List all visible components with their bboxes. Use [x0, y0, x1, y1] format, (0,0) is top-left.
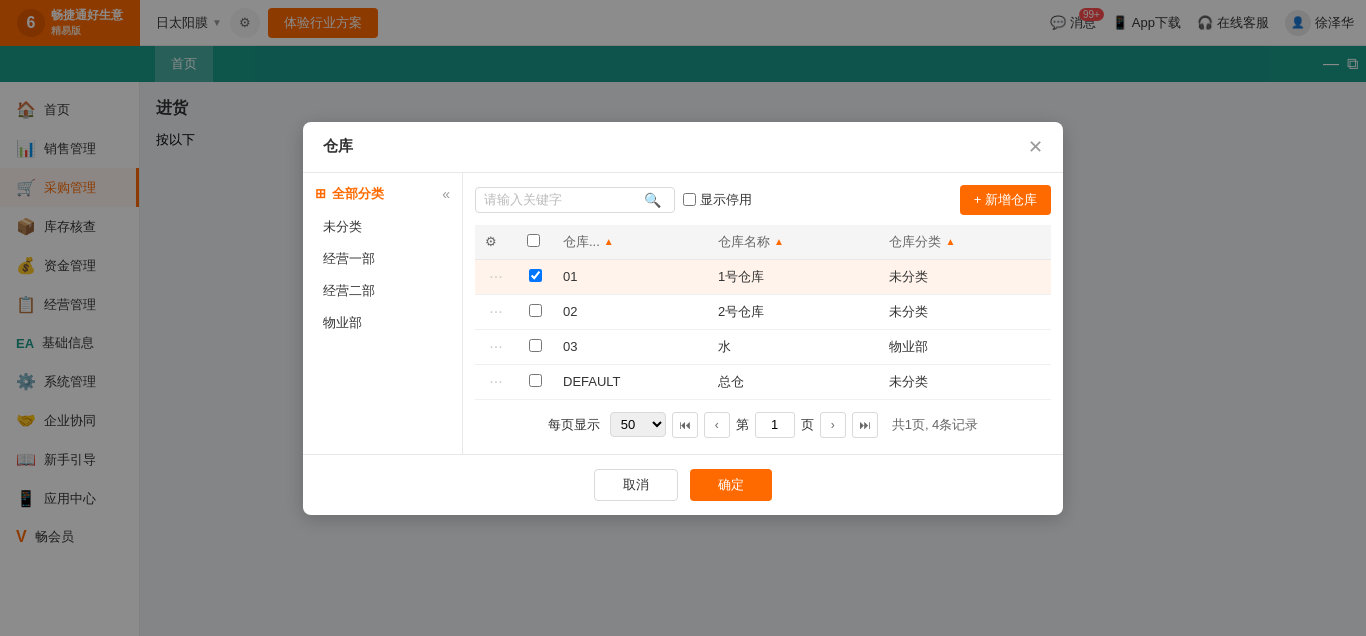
row-code-0: 01	[553, 259, 708, 294]
page-number-input[interactable]	[755, 412, 795, 438]
th-category-label: 仓库分类	[889, 233, 941, 251]
warehouse-content-panel: 🔍 显示停用 + 新增仓库 ⚙	[463, 173, 1063, 454]
th-code: 仓库... ▲	[553, 225, 708, 260]
row-name-2: 水	[708, 329, 880, 364]
modal-body: ⊞ 全部分类 « 未分类 经营一部 经营二部 物业部	[303, 173, 1063, 454]
content-toolbar: 🔍 显示停用 + 新增仓库	[475, 185, 1051, 215]
grid-icon: ⊞	[315, 186, 326, 201]
search-icon: 🔍	[644, 192, 661, 208]
per-page-select[interactable]: 50 100	[610, 412, 666, 437]
row-category-0: 未分类	[879, 259, 1051, 294]
table-header: ⚙ 仓库... ▲	[475, 225, 1051, 260]
per-page-label: 每页显示	[548, 416, 600, 434]
search-input[interactable]	[484, 192, 644, 207]
page-last-button[interactable]: ⏭	[852, 412, 878, 438]
page-unit: 页	[801, 416, 814, 434]
row-options-icon[interactable]: ···	[489, 338, 502, 355]
row-check-3	[517, 364, 553, 399]
th-name: 仓库名称 ▲	[708, 225, 880, 260]
tree-item-uncategorized[interactable]: 未分类	[303, 211, 462, 243]
modal-title: 仓库	[323, 137, 353, 156]
th-name-label: 仓库名称	[718, 233, 770, 251]
tree-item-property[interactable]: 物业部	[303, 307, 462, 339]
warehouse-table: ⚙ 仓库... ▲	[475, 225, 1051, 400]
row-dots-1[interactable]: ···	[475, 294, 517, 329]
row-checkbox-1[interactable]	[529, 304, 542, 317]
row-checkbox-3[interactable]	[529, 374, 542, 387]
add-warehouse-button[interactable]: + 新增仓库	[960, 185, 1051, 215]
row-check-0	[517, 259, 553, 294]
pagination: 每页显示 50 100 ⏮ ‹ 第 页 › ⏭ 共1页, 4条记录	[475, 400, 1051, 442]
row-checkbox-2[interactable]	[529, 339, 542, 352]
row-dots-0[interactable]: ···	[475, 259, 517, 294]
tree-item-dept2[interactable]: 经营二部	[303, 275, 462, 307]
row-check-1	[517, 294, 553, 329]
modal-overlay: 仓库 ✕ ⊞ 全部分类 « 未分类 经营一部	[0, 0, 1366, 636]
page-first-button[interactable]: ⏮	[672, 412, 698, 438]
row-name-3: 总仓	[708, 364, 880, 399]
row-code-2: 03	[553, 329, 708, 364]
row-dots-3[interactable]: ···	[475, 364, 517, 399]
tree-item-dept1[interactable]: 经营一部	[303, 243, 462, 275]
row-category-2: 物业部	[879, 329, 1051, 364]
confirm-button[interactable]: 确定	[690, 469, 772, 501]
row-options-icon[interactable]: ···	[489, 373, 502, 390]
search-field-wrap: 🔍	[475, 187, 675, 213]
page-label: 第	[736, 416, 749, 434]
modal-close-button[interactable]: ✕	[1028, 136, 1043, 158]
sort-icon-code: ▲	[604, 236, 614, 247]
table-body: ··· 01 1号仓库 未分类 ··· 02 2号仓库 未分类 ···	[475, 259, 1051, 399]
table-row[interactable]: ··· 03 水 物业部	[475, 329, 1051, 364]
row-options-icon[interactable]: ···	[489, 268, 502, 285]
row-check-2	[517, 329, 553, 364]
category-tree-panel: ⊞ 全部分类 « 未分类 经营一部 经营二部 物业部	[303, 173, 463, 454]
sort-icon-category: ▲	[945, 236, 955, 247]
page-total-info: 共1页, 4条记录	[892, 416, 979, 434]
show-disabled-checkbox[interactable]	[683, 193, 696, 206]
row-checkbox-0[interactable]	[529, 269, 542, 282]
row-code-1: 02	[553, 294, 708, 329]
sort-icon-name: ▲	[774, 236, 784, 247]
row-category-3: 未分类	[879, 364, 1051, 399]
page-prev-button[interactable]: ‹	[704, 412, 730, 438]
show-disabled-text: 显示停用	[700, 191, 752, 209]
th-check	[517, 225, 553, 260]
page-next-button[interactable]: ›	[820, 412, 846, 438]
row-name-1: 2号仓库	[708, 294, 880, 329]
cancel-button[interactable]: 取消	[594, 469, 678, 501]
select-all-checkbox[interactable]	[527, 234, 540, 247]
modal-header: 仓库 ✕	[303, 122, 1063, 173]
table-row[interactable]: ··· 01 1号仓库 未分类	[475, 259, 1051, 294]
th-category: 仓库分类 ▲	[879, 225, 1051, 260]
row-dots-2[interactable]: ···	[475, 329, 517, 364]
tree-header: ⊞ 全部分类 «	[303, 185, 462, 211]
all-categories-label: 全部分类	[332, 185, 384, 203]
row-category-1: 未分类	[879, 294, 1051, 329]
settings-icon: ⚙	[485, 234, 497, 249]
row-options-icon[interactable]: ···	[489, 303, 502, 320]
collapse-tree-button[interactable]: «	[442, 186, 450, 202]
all-categories-item[interactable]: ⊞ 全部分类	[315, 185, 384, 203]
warehouse-modal: 仓库 ✕ ⊞ 全部分类 « 未分类 经营一部	[303, 122, 1063, 515]
modal-footer: 取消 确定	[303, 454, 1063, 515]
row-code-3: DEFAULT	[553, 364, 708, 399]
table-row[interactable]: ··· DEFAULT 总仓 未分类	[475, 364, 1051, 399]
row-name-0: 1号仓库	[708, 259, 880, 294]
th-code-label: 仓库...	[563, 233, 600, 251]
table-row[interactable]: ··· 02 2号仓库 未分类	[475, 294, 1051, 329]
show-disabled-label: 显示停用	[683, 191, 752, 209]
th-settings: ⚙	[475, 225, 517, 260]
